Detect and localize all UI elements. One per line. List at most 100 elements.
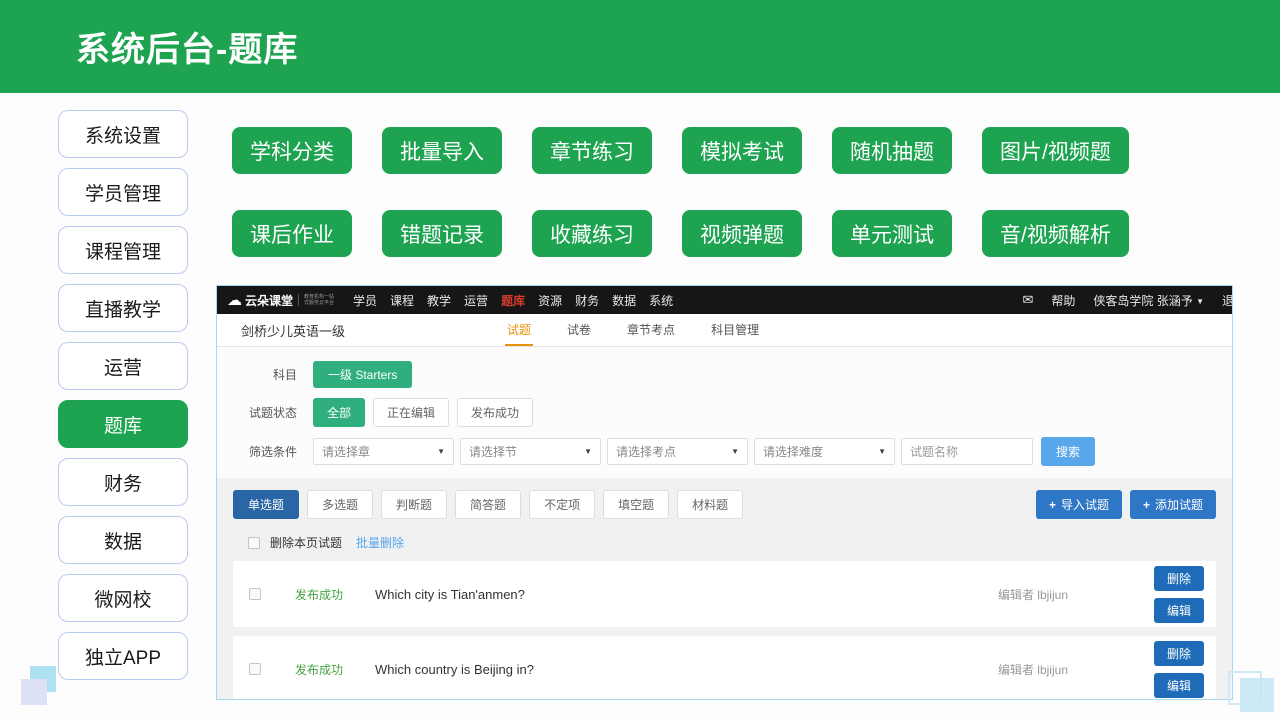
sidebar-item-standalone-app[interactable]: 独立APP bbox=[58, 632, 188, 680]
sidebar-item-course-management[interactable]: 课程管理 bbox=[58, 226, 188, 274]
nav-item-resources[interactable]: 资源 bbox=[538, 292, 562, 309]
feature-mock-exam[interactable]: 模拟考试 bbox=[682, 127, 802, 174]
difficulty-select-value: 请选择难度 bbox=[763, 443, 823, 460]
subject-filter-row: 科目 一级 Starters bbox=[217, 361, 1232, 388]
qtype-material[interactable]: 材料题 bbox=[677, 490, 743, 519]
edit-button[interactable]: 编辑 bbox=[1154, 673, 1204, 698]
status-all-chip[interactable]: 全部 bbox=[313, 398, 365, 427]
cloud-logo-icon: ☁ bbox=[227, 291, 242, 309]
add-question-label: 添加试题 bbox=[1155, 498, 1203, 512]
nav-item-teaching[interactable]: 教学 bbox=[427, 292, 451, 309]
chevron-down-icon: ▼ bbox=[1196, 297, 1204, 306]
sidebar-item-student-management[interactable]: 学员管理 bbox=[58, 168, 188, 216]
account-menu[interactable]: 侠客岛学院 张涵予 ▼ bbox=[1093, 292, 1204, 309]
admin-nav-items: 学员 课程 教学 运营 题库 资源 财务 数据 系统 bbox=[353, 292, 673, 309]
sidebar-item-operations[interactable]: 运营 bbox=[58, 342, 188, 390]
mail-icon[interactable]: ✉ bbox=[1022, 292, 1033, 308]
feature-image-video-questions[interactable]: 图片/视频题 bbox=[982, 127, 1129, 174]
sidebar-item-system-settings[interactable]: 系统设置 bbox=[58, 110, 188, 158]
qtype-fill-blank[interactable]: 填空题 bbox=[603, 490, 669, 519]
delete-button[interactable]: 删除 bbox=[1154, 566, 1204, 591]
admin-nav-right: ✉ 帮助 侠客岛学院 张涵予 ▼ 退出 bbox=[1022, 292, 1233, 309]
logo-tagline: 教育机构一站 式服务云平台 bbox=[298, 294, 334, 306]
row-checkbox[interactable] bbox=[249, 663, 261, 675]
logo-tagline-line2: 式服务云平台 bbox=[304, 300, 334, 306]
sidebar-item-live-teaching[interactable]: 直播教学 bbox=[58, 284, 188, 332]
exam-point-select[interactable]: 请选择考点 ▼ bbox=[607, 438, 748, 465]
nav-item-system[interactable]: 系统 bbox=[649, 292, 673, 309]
qtype-true-false[interactable]: 判断题 bbox=[381, 490, 447, 519]
chapter-select-value: 请选择章 bbox=[322, 443, 370, 460]
logo: ☁ 云朵课堂 教育机构一站 式服务云平台 bbox=[217, 291, 345, 309]
status-badge: 发布成功 bbox=[295, 586, 343, 603]
question-actions: +导入试题 + 添加试题 bbox=[1036, 490, 1216, 519]
qtype-short-answer[interactable]: 简答题 bbox=[455, 490, 521, 519]
question-row: 发布成功 Which city is Tian'anmen? 编辑者 lbjij… bbox=[233, 561, 1216, 627]
feature-video-popup-questions[interactable]: 视频弹题 bbox=[682, 210, 802, 257]
editor-label: 编辑者 lbjijun bbox=[998, 586, 1068, 603]
status-editing-chip[interactable]: 正在编辑 bbox=[373, 398, 449, 427]
course-title: 剑桥少儿英语一级 bbox=[241, 321, 345, 340]
nav-item-students[interactable]: 学员 bbox=[353, 292, 377, 309]
decor-square-bottom-left-lavender bbox=[21, 679, 47, 705]
section-select-value: 请选择节 bbox=[469, 443, 517, 460]
feature-favorites-practice[interactable]: 收藏练习 bbox=[532, 210, 652, 257]
logo-name: 云朵课堂 bbox=[245, 292, 293, 309]
feature-subject-classification[interactable]: 学科分类 bbox=[232, 127, 352, 174]
qtype-multiple-choice[interactable]: 多选题 bbox=[307, 490, 373, 519]
nav-item-data[interactable]: 数据 bbox=[612, 292, 636, 309]
question-text: Which country is Beijing in? bbox=[375, 662, 534, 677]
feature-chapter-practice[interactable]: 章节练习 bbox=[532, 127, 652, 174]
plus-icon: + bbox=[1143, 498, 1150, 512]
decor-square-bottom-right-fill bbox=[1240, 678, 1274, 712]
search-button[interactable]: 搜索 bbox=[1041, 437, 1095, 466]
filter-section: 科目 一级 Starters 试题状态 全部 正在编辑 发布成功 筛选条件 请选… bbox=[217, 347, 1232, 478]
delete-button[interactable]: 删除 bbox=[1154, 641, 1204, 666]
select-all-checkbox[interactable] bbox=[248, 537, 260, 549]
logout-link[interactable]: 退出 bbox=[1222, 292, 1233, 309]
feature-random-questions[interactable]: 随机抽题 bbox=[832, 127, 952, 174]
sidebar-item-question-bank[interactable]: 题库 bbox=[58, 400, 188, 448]
import-questions-button[interactable]: +导入试题 bbox=[1036, 490, 1122, 519]
account-name: 侠客岛学院 张涵予 bbox=[1093, 294, 1192, 308]
tab-chapter-points[interactable]: 章节考点 bbox=[625, 314, 677, 346]
question-name-input[interactable] bbox=[901, 438, 1033, 465]
tab-questions[interactable]: 试题 bbox=[505, 314, 533, 346]
plus-icon: + bbox=[1049, 498, 1056, 512]
dropdown-arrow-icon: ▼ bbox=[878, 447, 886, 456]
qtype-single-choice[interactable]: 单选题 bbox=[233, 490, 299, 519]
edit-button[interactable]: 编辑 bbox=[1154, 598, 1204, 623]
question-type-row: 单选题 多选题 判断题 简答题 不定项 填空题 材料题 +导入试题 + 添加试题 bbox=[233, 490, 1216, 519]
bulk-delete-link[interactable]: 批量删除 bbox=[356, 534, 404, 551]
help-link[interactable]: 帮助 bbox=[1051, 292, 1075, 309]
sidebar-item-micro-school[interactable]: 微网校 bbox=[58, 574, 188, 622]
nav-item-question-bank[interactable]: 题库 bbox=[501, 292, 525, 309]
condition-filter-row: 筛选条件 请选择章 ▼ 请选择节 ▼ 请选择考点 ▼ 请选择难度 ▼ 搜索 bbox=[217, 437, 1232, 466]
nav-item-operations[interactable]: 运营 bbox=[464, 292, 488, 309]
subheader-tabs: 试题 试卷 章节考点 科目管理 bbox=[505, 314, 761, 346]
status-published-chip[interactable]: 发布成功 bbox=[457, 398, 533, 427]
difficulty-select[interactable]: 请选择难度 ▼ bbox=[754, 438, 895, 465]
feature-audio-video-analysis[interactable]: 音/视频解析 bbox=[982, 210, 1129, 257]
row-actions: 删除 编辑 bbox=[1154, 566, 1204, 623]
qtype-indefinite[interactable]: 不定项 bbox=[529, 490, 595, 519]
nav-item-finance[interactable]: 财务 bbox=[575, 292, 599, 309]
sidebar-item-finance[interactable]: 财务 bbox=[58, 458, 188, 506]
feature-unit-test[interactable]: 单元测试 bbox=[832, 210, 952, 257]
nav-item-courses[interactable]: 课程 bbox=[390, 292, 414, 309]
row-checkbox[interactable] bbox=[249, 588, 261, 600]
chapter-select[interactable]: 请选择章 ▼ bbox=[313, 438, 454, 465]
sidebar-item-data[interactable]: 数据 bbox=[58, 516, 188, 564]
feature-wrong-question-record[interactable]: 错题记录 bbox=[382, 210, 502, 257]
dropdown-arrow-icon: ▼ bbox=[437, 447, 445, 456]
delete-page-label: 删除本页试题 bbox=[270, 534, 342, 551]
feature-batch-import[interactable]: 批量导入 bbox=[382, 127, 502, 174]
subject-value-chip[interactable]: 一级 Starters bbox=[313, 361, 412, 388]
add-question-button[interactable]: + 添加试题 bbox=[1130, 490, 1216, 519]
admin-screenshot-panel: ☁ 云朵课堂 教育机构一站 式服务云平台 学员 课程 教学 运营 题库 资源 财… bbox=[216, 285, 1233, 700]
tab-subject-management[interactable]: 科目管理 bbox=[709, 314, 761, 346]
feature-homework[interactable]: 课后作业 bbox=[232, 210, 352, 257]
tab-papers[interactable]: 试卷 bbox=[565, 314, 593, 346]
section-select[interactable]: 请选择节 ▼ bbox=[460, 438, 601, 465]
row-actions: 删除 编辑 bbox=[1154, 641, 1204, 698]
